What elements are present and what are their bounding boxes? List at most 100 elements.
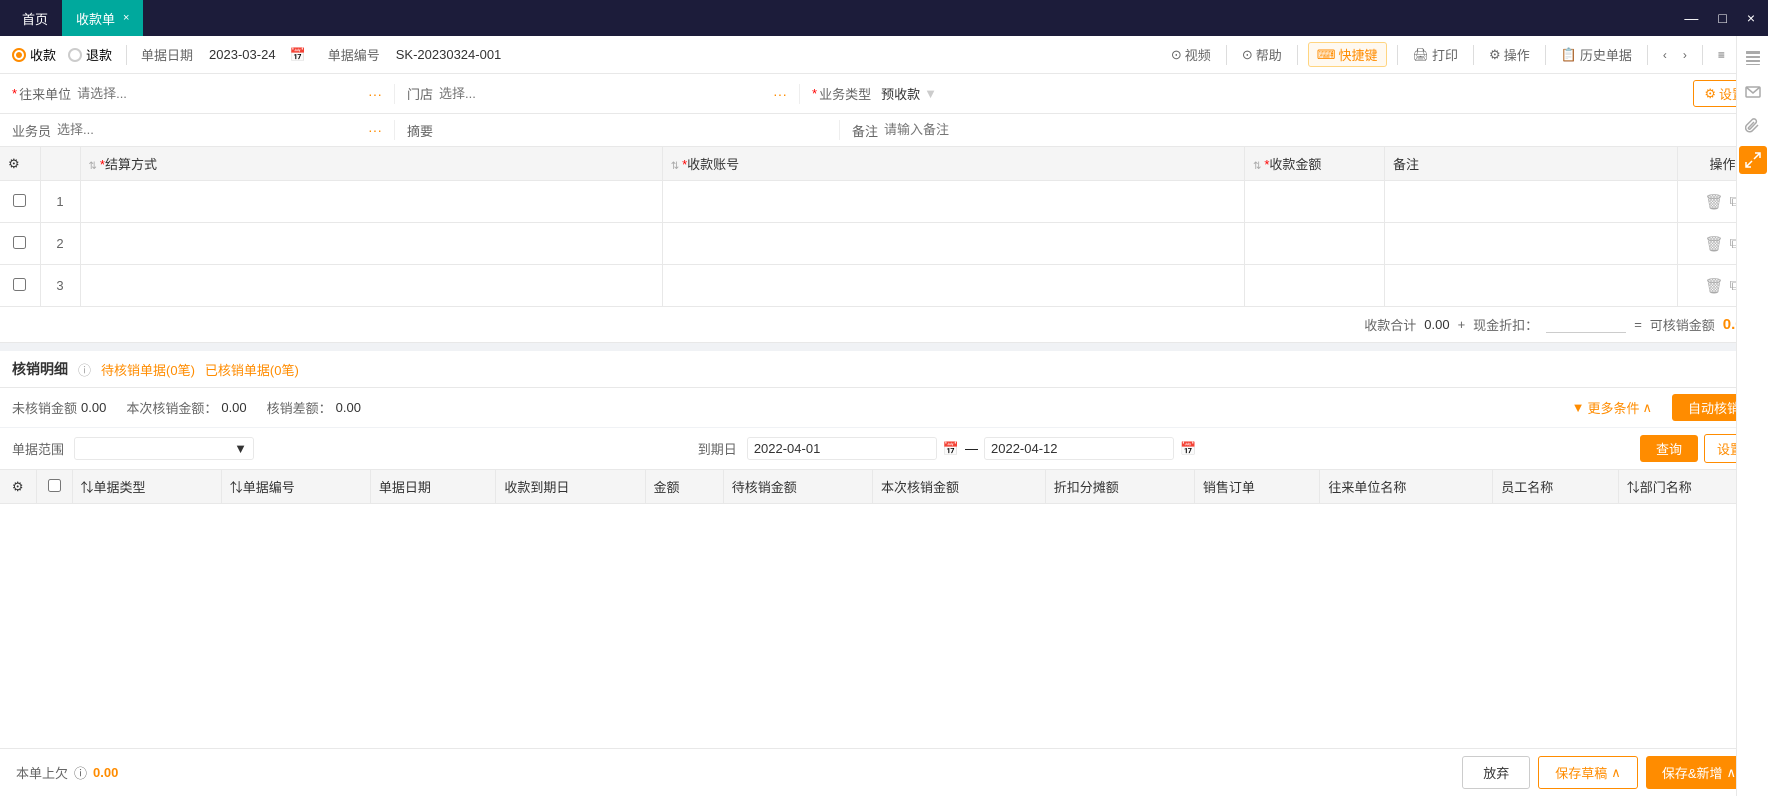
filter-icon: ▼ [1572, 400, 1585, 415]
sidebar-expand-icon[interactable] [1739, 146, 1767, 174]
td-rownum-3: 3 [40, 265, 80, 307]
salesperson-input[interactable] [57, 122, 364, 138]
biz-type-field: * 业务类型 预收款 ▼ [812, 84, 1253, 103]
bottom-table: ⚙ ⇅单据类型 ⇅单据编号 单据日期 收款到期日 金额 待核销金额 本次核销金额… [0, 470, 1768, 504]
counterpart-more-btn[interactable]: ··· [368, 86, 382, 102]
more-conditions-btn[interactable]: ▼ 更多条件 ∧ [1572, 398, 1652, 417]
shortcut-btn[interactable]: ⌨ 快捷键 [1308, 42, 1387, 67]
due-date-label: 到期日 [698, 439, 737, 458]
maximize-btn[interactable]: □ [1713, 8, 1731, 28]
th-amount: ⇅*收款金额 [1244, 147, 1384, 181]
th-due-date: 收款到期日 [496, 470, 645, 504]
td-account-2[interactable] [662, 223, 1244, 265]
radio-receive[interactable]: 收款 [12, 45, 56, 64]
row-checkbox-2[interactable] [13, 236, 26, 249]
form-row-1: * 往来单位 ··· 门店 ··· * 业务类型 预收款 ▼ ⚙ 设置 [0, 74, 1768, 114]
row-checkbox-3[interactable] [13, 278, 26, 291]
save-draft-label: 保存草稿 [1555, 763, 1607, 782]
diff-value: 0.00 [336, 400, 361, 415]
th-settings[interactable]: ⚙ [0, 147, 40, 181]
th-pending-amount: 待核销金额 [723, 470, 872, 504]
biz-type-dropdown[interactable]: ▼ [924, 86, 937, 101]
td-remark-2[interactable] [1384, 223, 1677, 265]
td-payment-method-3[interactable] [80, 265, 662, 307]
summary-input[interactable] [439, 122, 827, 138]
radio-refund[interactable]: 退款 [68, 45, 112, 64]
filter-row: 单据范围 ▼ 到期日 📅 — 📅 查询 设置 [0, 428, 1768, 470]
date-from-input[interactable] [747, 437, 937, 460]
td-remark-3[interactable] [1384, 265, 1677, 307]
bill-range-dropdown-icon: ▼ [234, 441, 247, 456]
select-all-checkbox[interactable] [48, 479, 61, 492]
nav-tab-receipt[interactable]: 收款单 × [62, 0, 143, 36]
calendar-icon[interactable]: 📅 [290, 47, 306, 63]
save-draft-btn[interactable]: 保存草稿 ∧ [1538, 756, 1638, 789]
nav-next-btn[interactable]: › [1678, 46, 1692, 64]
td-amount-1[interactable] [1244, 181, 1384, 223]
nav-prev-btn[interactable]: ‹ [1658, 46, 1672, 64]
row-checkbox-1[interactable] [13, 194, 26, 207]
close-btn[interactable]: × [1742, 8, 1760, 28]
play-icon: ⊙ [1171, 47, 1182, 63]
sidebar-envelope-icon[interactable] [1739, 78, 1767, 106]
date-to-input[interactable] [984, 437, 1174, 460]
store-label: 门店 [407, 84, 433, 103]
th-row-num [40, 147, 80, 181]
calendar-from-icon[interactable]: 📅 [943, 441, 959, 457]
th-checkbox-bottom[interactable] [36, 470, 72, 504]
td-checkbox-1[interactable] [0, 181, 40, 223]
unverified-value: 0.00 [81, 400, 106, 415]
discount-input[interactable] [1546, 317, 1626, 333]
salesperson-more-btn[interactable]: ··· [368, 122, 382, 138]
th-remark: 备注 [1384, 147, 1677, 181]
store-input[interactable] [439, 86, 769, 102]
done-tab[interactable]: 已核销单据(0笔) [205, 360, 299, 379]
right-sidebar [1736, 36, 1768, 796]
td-remark-1[interactable] [1384, 181, 1677, 223]
window-controls: — □ × [1679, 8, 1760, 28]
info-icon[interactable]: ⓘ [78, 360, 91, 379]
td-amount-3[interactable] [1244, 265, 1384, 307]
td-payment-method-1[interactable] [80, 181, 662, 223]
delete-icon-3[interactable]: 🗑 [1705, 277, 1724, 295]
this-slip-info-icon[interactable]: ⓘ [74, 763, 87, 782]
radio-refund-circle [68, 48, 82, 62]
radio-receive-label: 收款 [30, 45, 56, 64]
td-checkbox-3[interactable] [0, 265, 40, 307]
video-btn[interactable]: ⊙ 视频 [1166, 43, 1216, 66]
sidebar-table-icon[interactable] [1739, 44, 1767, 72]
calendar-to-icon[interactable]: 📅 [1180, 441, 1196, 457]
td-checkbox-2[interactable] [0, 223, 40, 265]
delete-icon-2[interactable]: 🗑 [1705, 235, 1724, 253]
table-row: 3 🗑 ⧉ [0, 265, 1768, 307]
query-btn[interactable]: 查询 [1640, 435, 1698, 462]
list-view-btn[interactable]: ≡ [1713, 46, 1730, 64]
th-settings-bottom[interactable]: ⚙ [0, 470, 36, 504]
sidebar-paperclip-icon[interactable] [1739, 112, 1767, 140]
remark-input[interactable] [884, 122, 1756, 138]
store-more-btn[interactable]: ··· [773, 86, 787, 102]
pending-tab[interactable]: 待核销单据(0笔) [101, 360, 195, 379]
salesperson-field: 业务员 ··· [12, 121, 382, 140]
abandon-btn[interactable]: 放弃 [1462, 756, 1530, 789]
td-amount-2[interactable] [1244, 223, 1384, 265]
td-account-1[interactable] [662, 181, 1244, 223]
footer-left: 本单上欠 ⓘ 0.00 [16, 763, 118, 782]
print-btn[interactable]: 🖨 打印 [1408, 43, 1464, 66]
counterpart-input[interactable] [77, 86, 364, 102]
nav-home[interactable]: 首页 [8, 0, 62, 36]
ops-btn[interactable]: ⚙ 操作 [1484, 43, 1535, 66]
verification-section: 核销明细 ⓘ 待核销单据(0笔) 已核销单据(0笔) 未核销金额 0.00 本次… [0, 351, 1768, 748]
nav-tab-close[interactable]: × [123, 12, 129, 24]
td-account-3[interactable] [662, 265, 1244, 307]
minimize-btn[interactable]: — [1679, 8, 1703, 28]
delete-icon-1[interactable]: 🗑 [1705, 193, 1724, 211]
history-btn[interactable]: 📋 历史单据 [1556, 43, 1637, 66]
shortcut-icon: ⌨ [1317, 47, 1336, 63]
bill-range-select[interactable]: ▼ [74, 437, 254, 460]
help-btn[interactable]: ⊙ 帮助 [1237, 43, 1287, 66]
diff-label: 核销差额： [267, 398, 332, 417]
summary-label: 摘要 [407, 121, 433, 140]
current-label: 本次核销金额： [126, 398, 217, 417]
td-payment-method-2[interactable] [80, 223, 662, 265]
